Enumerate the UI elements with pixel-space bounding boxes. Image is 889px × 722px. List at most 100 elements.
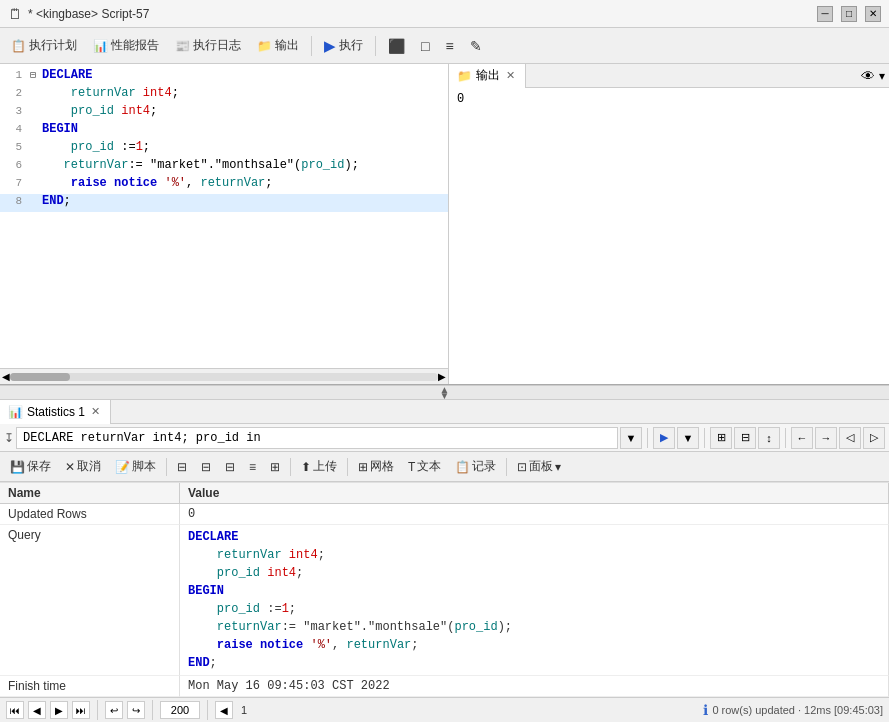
save-icon: 💾 — [10, 460, 25, 474]
query-bar: ↧ ▼ ▶ ▼ ⊞ ⊟ ↕ ← → ◁ ▷ — [0, 424, 889, 452]
line-number-8: 8 — [0, 195, 30, 207]
action-toolbar: 💾 保存 ✕ 取消 📝 脚本 ⊟ ⊟ ⊟ ≡ ⊞ ⬆ 上传 — [0, 452, 889, 482]
title-bar: 🗒 * <kingbase> Script-57 ─ □ ✕ — [0, 0, 889, 28]
line-number-4: 4 — [0, 123, 30, 135]
nav-next-button[interactable]: ▶ — [50, 701, 68, 719]
resize-handle[interactable]: ▲ ▼ — [0, 385, 889, 400]
text-icon: T — [408, 460, 415, 474]
editor-panel[interactable]: 1 ⊟ DECLARE 2 returnVar int4; 3 pro_id i… — [0, 64, 449, 384]
page-nav-button[interactable]: ◀ — [215, 701, 233, 719]
text-view-button[interactable]: T 文本 — [402, 455, 447, 479]
output-tab[interactable]: 📁 输出 ✕ — [449, 64, 526, 88]
query-proid: pro_id int4; — [188, 564, 880, 582]
output-panel: 📁 输出 ✕ 👁 ▾ 0 — [449, 64, 889, 384]
nav-left-button[interactable]: ◁ — [839, 427, 861, 449]
resize-arrows: ▲ ▼ — [440, 387, 450, 399]
format-button[interactable]: ≡ — [438, 32, 460, 60]
line-indicator-1: ⊟ — [30, 69, 42, 81]
app-icon: 🗒 — [8, 6, 22, 22]
header-value: Value — [180, 483, 889, 504]
nav-back-button[interactable]: ← — [791, 427, 813, 449]
script-action-button[interactable]: 📝 脚本 — [109, 455, 162, 479]
maximize-button[interactable]: □ — [841, 6, 857, 22]
editor-content[interactable]: 1 ⊟ DECLARE 2 returnVar int4; 3 pro_id i… — [0, 64, 448, 368]
nav-first-button[interactable]: ⏮ — [6, 701, 24, 719]
eye-icon[interactable]: 👁 — [861, 68, 875, 84]
action-btn-4[interactable]: ≡ — [243, 455, 262, 479]
query-run-button[interactable]: ▶ — [653, 427, 675, 449]
stats-tab-bar: 📊 Statistics 1 ✕ — [0, 400, 889, 424]
action-sep-3 — [347, 458, 348, 476]
upload-button[interactable]: ⬆ 上传 — [295, 455, 343, 479]
chevron-down-icon[interactable]: ▾ — [879, 69, 885, 83]
scroll-left-icon[interactable]: ◀ — [2, 371, 10, 382]
grid-view-button[interactable]: ⊞ 网格 — [352, 455, 400, 479]
action-btn-3[interactable]: ⊟ — [219, 455, 241, 479]
nav-prev-button[interactable]: ◀ — [28, 701, 46, 719]
main-toolbar: 📋 执行计划 📊 性能报告 📰 执行日志 📁 输出 ▶ 执行 ⬛ □ ≡ ✎ — [0, 28, 889, 64]
script-icon: 📝 — [115, 460, 130, 474]
filter-icon-button[interactable]: ⊞ — [710, 427, 732, 449]
nav-forward-button[interactable]: → — [815, 427, 837, 449]
output-button[interactable]: 📁 输出 — [250, 32, 306, 60]
scroll-right-icon[interactable]: ▶ — [438, 371, 446, 382]
stop-button[interactable]: ⬛ — [381, 32, 412, 60]
output-tab-icon: 📁 — [457, 69, 472, 83]
query-begin: BEGIN — [188, 582, 880, 600]
col-filter-button[interactable]: ⊟ — [734, 427, 756, 449]
output-tab-close[interactable]: ✕ — [504, 69, 517, 82]
action-btn-1[interactable]: ⊟ — [171, 455, 193, 479]
editor-line-1: 1 ⊟ DECLARE — [0, 68, 448, 86]
query-filter-input[interactable] — [16, 427, 618, 449]
performance-report-button[interactable]: 📊 性能报告 — [86, 32, 166, 60]
scrollbar-track[interactable] — [10, 373, 438, 381]
statistics-tab[interactable]: 📊 Statistics 1 ✕ — [0, 400, 111, 424]
close-button[interactable]: ✕ — [865, 6, 881, 22]
edit-button[interactable]: ✎ — [463, 32, 489, 60]
editor-line-6: 6 returnVar:= "market"."monthsale"(pro_i… — [0, 158, 448, 176]
record-icon: 📋 — [455, 460, 470, 474]
line-code-8: END; — [42, 194, 440, 208]
cancel-action-button[interactable]: ✕ 取消 — [59, 455, 107, 479]
editor-line-2: 2 returnVar int4; — [0, 86, 448, 104]
record-view-button[interactable]: 📋 记录 — [449, 455, 502, 479]
stats-tab-close[interactable]: ✕ — [89, 405, 102, 418]
page-size-input[interactable] — [160, 701, 200, 719]
output-value: 0 — [457, 92, 464, 106]
query-dropdown-button[interactable]: ▼ — [620, 427, 642, 449]
stat-name-finish-time: Finish time — [0, 676, 180, 697]
filter-prefix-icon: ↧ — [4, 431, 14, 445]
clear-button[interactable]: □ — [414, 32, 436, 60]
stat-name-updated-rows: Updated Rows — [0, 504, 180, 525]
editor-h-scrollbar[interactable]: ◀ ▶ — [0, 368, 448, 384]
nav-last-button[interactable]: ⏭ — [72, 701, 90, 719]
action-btn-2[interactable]: ⊟ — [195, 455, 217, 479]
execute-button[interactable]: ▶ 执行 — [317, 32, 370, 60]
execution-log-icon: 📰 — [175, 39, 190, 53]
query-options-button[interactable]: ▼ — [677, 427, 699, 449]
clear-icon: □ — [421, 38, 429, 54]
line-number-5: 5 — [0, 141, 30, 153]
status-sep-3 — [207, 700, 208, 720]
editor-line-8: 8 END; — [0, 194, 448, 212]
save-action-button[interactable]: 💾 保存 — [4, 455, 57, 479]
undo-button[interactable]: ↩ — [105, 701, 123, 719]
edit-icon: ✎ — [470, 38, 482, 54]
sort-button[interactable]: ↕ — [758, 427, 780, 449]
line-number-1: 1 — [0, 69, 30, 81]
performance-report-icon: 📊 — [93, 39, 108, 53]
redo-button[interactable]: ↪ — [127, 701, 145, 719]
query-sep-2 — [704, 428, 705, 448]
panel-view-button[interactable]: ⊡ 面板 ▾ — [511, 455, 567, 479]
execution-log-button[interactable]: 📰 执行日志 — [168, 32, 248, 60]
panel-dropdown-icon: ▾ — [555, 460, 561, 474]
minimize-button[interactable]: ─ — [817, 6, 833, 22]
nav-right-button[interactable]: ▷ — [863, 427, 885, 449]
stop-icon: ⬛ — [388, 38, 405, 54]
action-btn-5[interactable]: ⊞ — [264, 455, 286, 479]
scrollbar-thumb[interactable] — [10, 373, 70, 381]
stat-value-query: DECLARE returnVar int4; pro_id int4; BEG… — [180, 525, 889, 676]
execution-plan-button[interactable]: 📋 执行计划 — [4, 32, 84, 60]
output-content: 0 — [449, 88, 889, 384]
line-number-2: 2 — [0, 87, 30, 99]
